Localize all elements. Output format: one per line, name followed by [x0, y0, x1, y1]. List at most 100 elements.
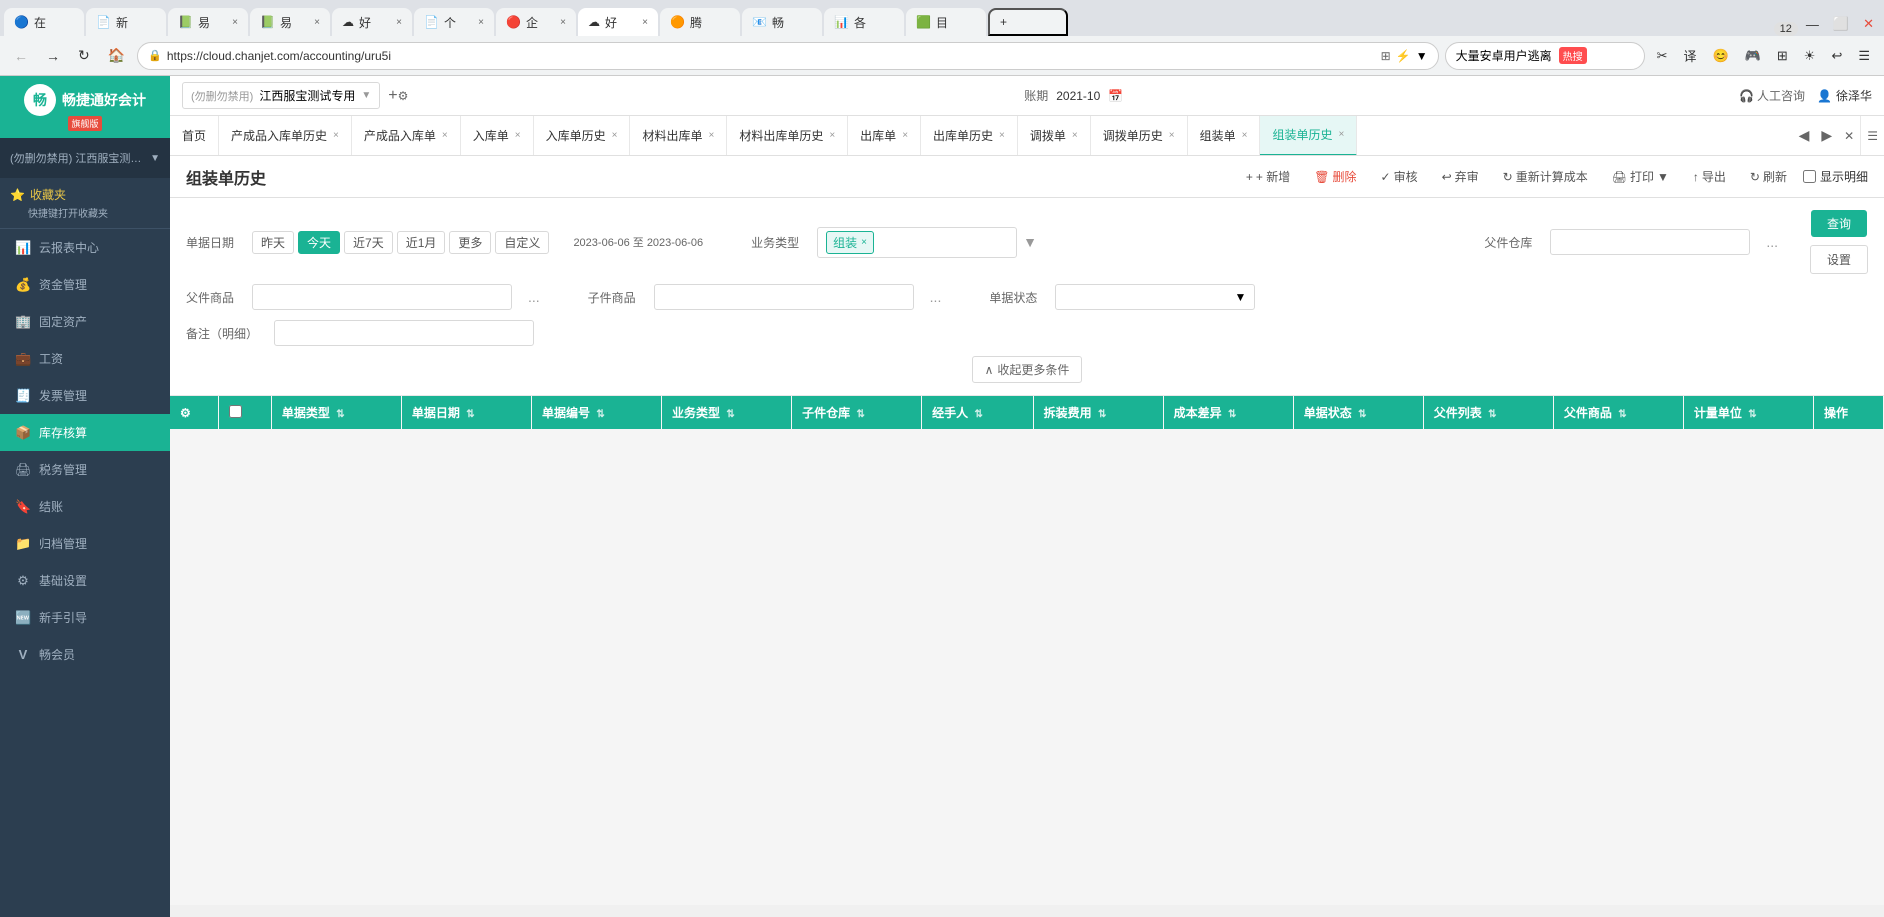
- dropdown-icon[interactable]: ▼: [1416, 49, 1428, 63]
- translate-tool[interactable]: 译: [1677, 42, 1702, 69]
- sun-tool[interactable]: ☀: [1798, 44, 1822, 68]
- browser-tab-11[interactable]: 📊 各: [824, 8, 904, 36]
- display-detail-check[interactable]: 显示明细: [1803, 168, 1868, 185]
- yesterday-btn[interactable]: 昨天: [252, 231, 294, 254]
- biz-type-more-btn[interactable]: ▼: [1023, 234, 1037, 250]
- collapse-button[interactable]: ∧ 收起更多条件: [972, 356, 1083, 383]
- tab-3-close[interactable]: ×: [232, 17, 238, 28]
- biz-type-input-area[interactable]: 组装 ×: [817, 227, 1017, 258]
- display-detail-checkbox[interactable]: [1803, 170, 1816, 183]
- assembly-history-close[interactable]: ×: [1338, 129, 1344, 140]
- home-button[interactable]: 🏠: [102, 43, 131, 68]
- browser-tab-4[interactable]: 📗 易 ×: [250, 8, 330, 36]
- calendar-button[interactable]: 📅: [1108, 89, 1123, 103]
- nav-tab-prod-in-history[interactable]: 产成品入库单历史 ×: [219, 116, 352, 156]
- out-order-close[interactable]: ×: [902, 130, 908, 141]
- back-button[interactable]: ←: [8, 44, 34, 68]
- sidebar-item-report[interactable]: 📊 云报表中心: [0, 229, 170, 266]
- browser-tab-2[interactable]: 📄 新: [86, 8, 166, 36]
- prod-in-history-close[interactable]: ×: [333, 130, 339, 141]
- scrollbar-bottom[interactable]: [170, 905, 1884, 917]
- sidebar-item-archive[interactable]: 📁 归档管理: [0, 525, 170, 562]
- out-order-history-close[interactable]: ×: [999, 130, 1005, 141]
- nav-tab-in-order[interactable]: 入库单 ×: [461, 116, 534, 156]
- new-tab-button[interactable]: +: [988, 8, 1068, 36]
- scissors-tool[interactable]: ✂: [1651, 44, 1674, 68]
- sidebar-item-invoice[interactable]: 🧾 发票管理: [0, 377, 170, 414]
- th-order-no[interactable]: 单据编号 ⇅: [531, 396, 661, 429]
- undo-tool[interactable]: ↩: [1825, 44, 1848, 68]
- browser-tab-10[interactable]: 📧 畅: [742, 8, 822, 36]
- nav-tab-material-out-history[interactable]: 材料出库单历史 ×: [727, 116, 848, 156]
- close-browser-button[interactable]: ✕: [1857, 12, 1880, 36]
- bolt-icon[interactable]: ⚡: [1396, 49, 1411, 63]
- nav-arrow-left[interactable]: ◀: [1793, 116, 1816, 156]
- more-date-btn[interactable]: 更多: [449, 231, 491, 254]
- sidebar-company[interactable]: (勿删勿禁用) 江西服宝测试专用 ▼: [0, 138, 170, 178]
- nav-tab-prod-in[interactable]: 产成品入库单 ×: [352, 116, 461, 156]
- sidebar-item-inventory[interactable]: 📦 库存核算: [0, 414, 170, 451]
- order-status-select[interactable]: ▼: [1055, 284, 1255, 310]
- print-button[interactable]: 🖨 打印 ▼: [1604, 164, 1677, 189]
- remark-input[interactable]: [274, 320, 534, 346]
- nav-tab-transfer-history[interactable]: 调拨单历史 ×: [1091, 116, 1188, 156]
- child-goods-more-btn[interactable]: ...: [930, 289, 942, 305]
- query-button[interactable]: 查询: [1811, 210, 1867, 237]
- company-selector[interactable]: (勿删勿禁用) 江西服宝测试专用 ▼: [182, 82, 380, 109]
- sidebar-item-payroll[interactable]: 💼 工资: [0, 340, 170, 377]
- maximize-button[interactable]: ⬜: [1827, 12, 1855, 36]
- transfer-close[interactable]: ×: [1072, 130, 1078, 141]
- nav-tab-out-order[interactable]: 出库单 ×: [848, 116, 921, 156]
- nav-tab-assembly-history[interactable]: 组装单历史 ×: [1260, 116, 1357, 156]
- th-order-date[interactable]: 单据日期 ⇅: [401, 396, 531, 429]
- forward-button[interactable]: →: [40, 44, 66, 68]
- customer-service-button[interactable]: 🎧 人工咨询: [1739, 87, 1805, 104]
- th-biz-type[interactable]: 业务类型 ⇅: [662, 396, 792, 429]
- minimize-button[interactable]: —: [1800, 13, 1825, 36]
- set-button[interactable]: 设置: [1810, 245, 1868, 274]
- assembly-close[interactable]: ×: [1242, 130, 1248, 141]
- parent-goods-input[interactable]: [252, 284, 512, 310]
- nav-close-btn[interactable]: ✕: [1838, 116, 1860, 156]
- nav-tab-in-order-history[interactable]: 入库单历史 ×: [534, 116, 631, 156]
- favorites-header[interactable]: ⭐ 收藏夹: [10, 186, 160, 203]
- th-order-status[interactable]: 单据状态 ⇅: [1293, 396, 1423, 429]
- nav-tab-material-out[interactable]: 材料出库单 ×: [630, 116, 727, 156]
- child-goods-input[interactable]: [654, 284, 914, 310]
- in-order-close[interactable]: ×: [515, 130, 521, 141]
- browser-tab-12[interactable]: 🟩 目: [906, 8, 986, 36]
- reload-button[interactable]: ↻: [72, 43, 96, 68]
- tab-7-close[interactable]: ×: [560, 17, 566, 28]
- tab-4-close[interactable]: ×: [314, 17, 320, 28]
- browser-tab-1[interactable]: 🔵 在: [4, 8, 84, 36]
- add-company-button[interactable]: +: [388, 87, 397, 105]
- th-checkbox[interactable]: [219, 396, 272, 429]
- material-out-close[interactable]: ×: [708, 130, 714, 141]
- parent-goods-more-btn[interactable]: ...: [528, 289, 540, 305]
- address-bar[interactable]: 🔒 https://cloud.chanjet.com/accounting/u…: [137, 42, 1438, 70]
- browser-tab-3[interactable]: 📗 易 ×: [168, 8, 248, 36]
- tab-5-close[interactable]: ×: [396, 17, 402, 28]
- browser-tab-6[interactable]: 📄 个 ×: [414, 8, 494, 36]
- biz-type-tag-remove[interactable]: ×: [861, 237, 867, 248]
- th-parent-goods[interactable]: 父件商品 ⇅: [1553, 396, 1683, 429]
- browser-tab-7[interactable]: 🔴 企 ×: [496, 8, 576, 36]
- sidebar-item-settings[interactable]: ⚙ 基础设置: [0, 562, 170, 599]
- nav-arrow-right[interactable]: ▶: [1815, 116, 1838, 156]
- search-bar[interactable]: 大量安卓用户逃离 热搜: [1445, 42, 1645, 70]
- parent-wh-input[interactable]: [1550, 229, 1750, 255]
- refresh-button[interactable]: ↻ 刷新: [1742, 164, 1795, 189]
- emoji-tool[interactable]: 😊: [1707, 44, 1735, 68]
- transfer-history-close[interactable]: ×: [1169, 130, 1175, 141]
- nav-more-btn[interactable]: ☰: [1860, 116, 1884, 156]
- add-button[interactable]: + + 新增: [1238, 164, 1298, 189]
- browser-tab-5[interactable]: ☁ 好 ×: [332, 8, 412, 36]
- nav-tab-home[interactable]: 首页: [170, 116, 219, 156]
- export-button[interactable]: ↑ 导出: [1685, 164, 1734, 189]
- nav-tab-assembly[interactable]: 组装单 ×: [1188, 116, 1261, 156]
- custom-date-btn[interactable]: 自定义: [495, 231, 549, 254]
- sidebar-item-member[interactable]: V 畅会员: [0, 636, 170, 673]
- tab-6-close[interactable]: ×: [478, 17, 484, 28]
- th-child-warehouse[interactable]: 子件仓库 ⇅: [792, 396, 922, 429]
- grid-tool[interactable]: ⊞: [1771, 44, 1794, 68]
